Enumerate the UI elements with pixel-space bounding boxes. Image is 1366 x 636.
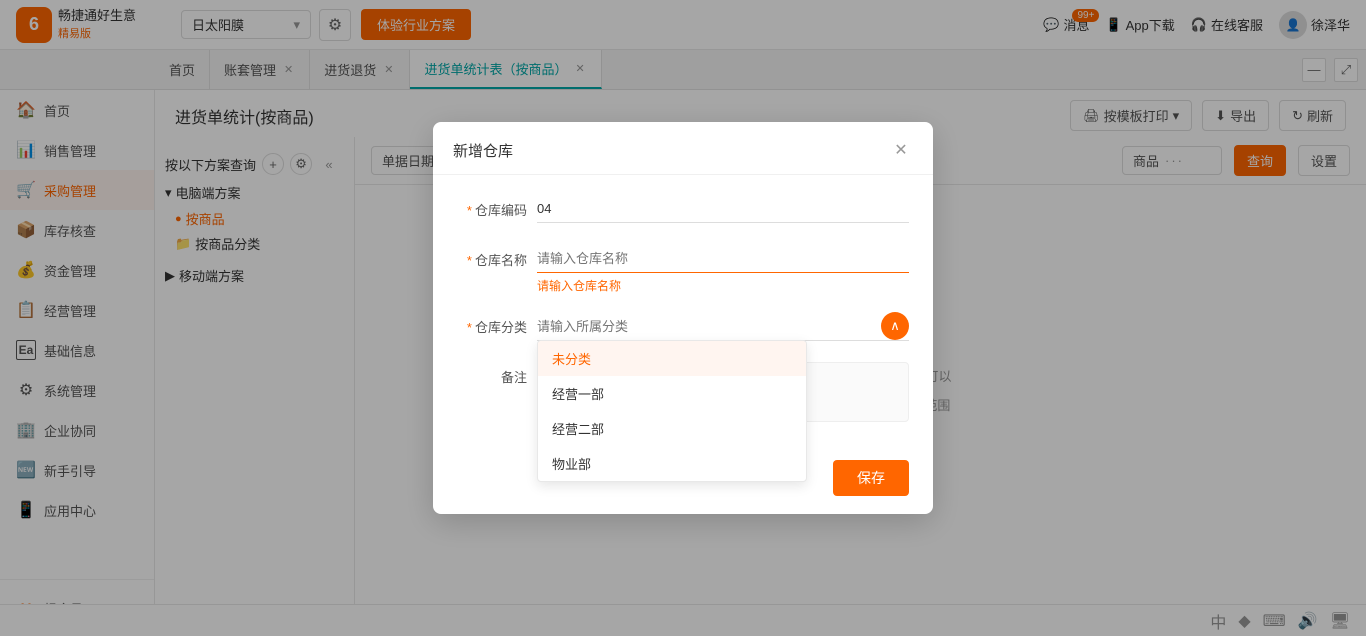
save-button[interactable]: 保存	[833, 460, 909, 496]
code-label: 仓库编码	[457, 195, 527, 227]
dropdown-dept1[interactable]: 经营一部	[538, 376, 806, 411]
dropdown-property[interactable]: 物业部	[538, 446, 806, 481]
code-input[interactable]	[537, 195, 909, 223]
modal-title: 新增仓库	[453, 140, 513, 161]
name-error: 请输入仓库名称	[537, 277, 909, 294]
modal-header: 新增仓库 ✕	[433, 122, 933, 175]
modal-close-button[interactable]: ✕	[889, 138, 913, 162]
new-warehouse-modal: 新增仓库 ✕ 仓库编码 仓库名称 请输入仓库名称 仓库分类	[433, 122, 933, 514]
name-control: 请输入仓库名称	[537, 245, 909, 294]
category-arrow-button[interactable]: ∧	[881, 312, 909, 340]
category-label: 仓库分类	[457, 312, 527, 344]
modal-overlay: 新增仓库 ✕ 仓库编码 仓库名称 请输入仓库名称 仓库分类	[0, 0, 1366, 636]
code-field-row: 仓库编码	[457, 195, 909, 227]
modal-body: 仓库编码 仓库名称 请输入仓库名称 仓库分类 ∧	[433, 175, 933, 450]
category-dropdown: 未分类 经营一部 经营二部 物业部	[537, 340, 807, 482]
dropdown-dept2[interactable]: 经营二部	[538, 411, 806, 446]
category-input[interactable]	[537, 313, 881, 340]
name-input[interactable]	[537, 245, 909, 273]
code-control	[537, 195, 909, 223]
category-field-row: 仓库分类 ∧ 未分类 经营一部 经营二部 物业部	[457, 312, 909, 344]
name-field-row: 仓库名称 请输入仓库名称	[457, 245, 909, 294]
category-control: ∧ 未分类 经营一部 经营二部 物业部	[537, 312, 909, 341]
name-label: 仓库名称	[457, 245, 527, 277]
dropdown-unclassified[interactable]: 未分类	[538, 341, 806, 376]
remark-label: 备注	[457, 362, 527, 394]
